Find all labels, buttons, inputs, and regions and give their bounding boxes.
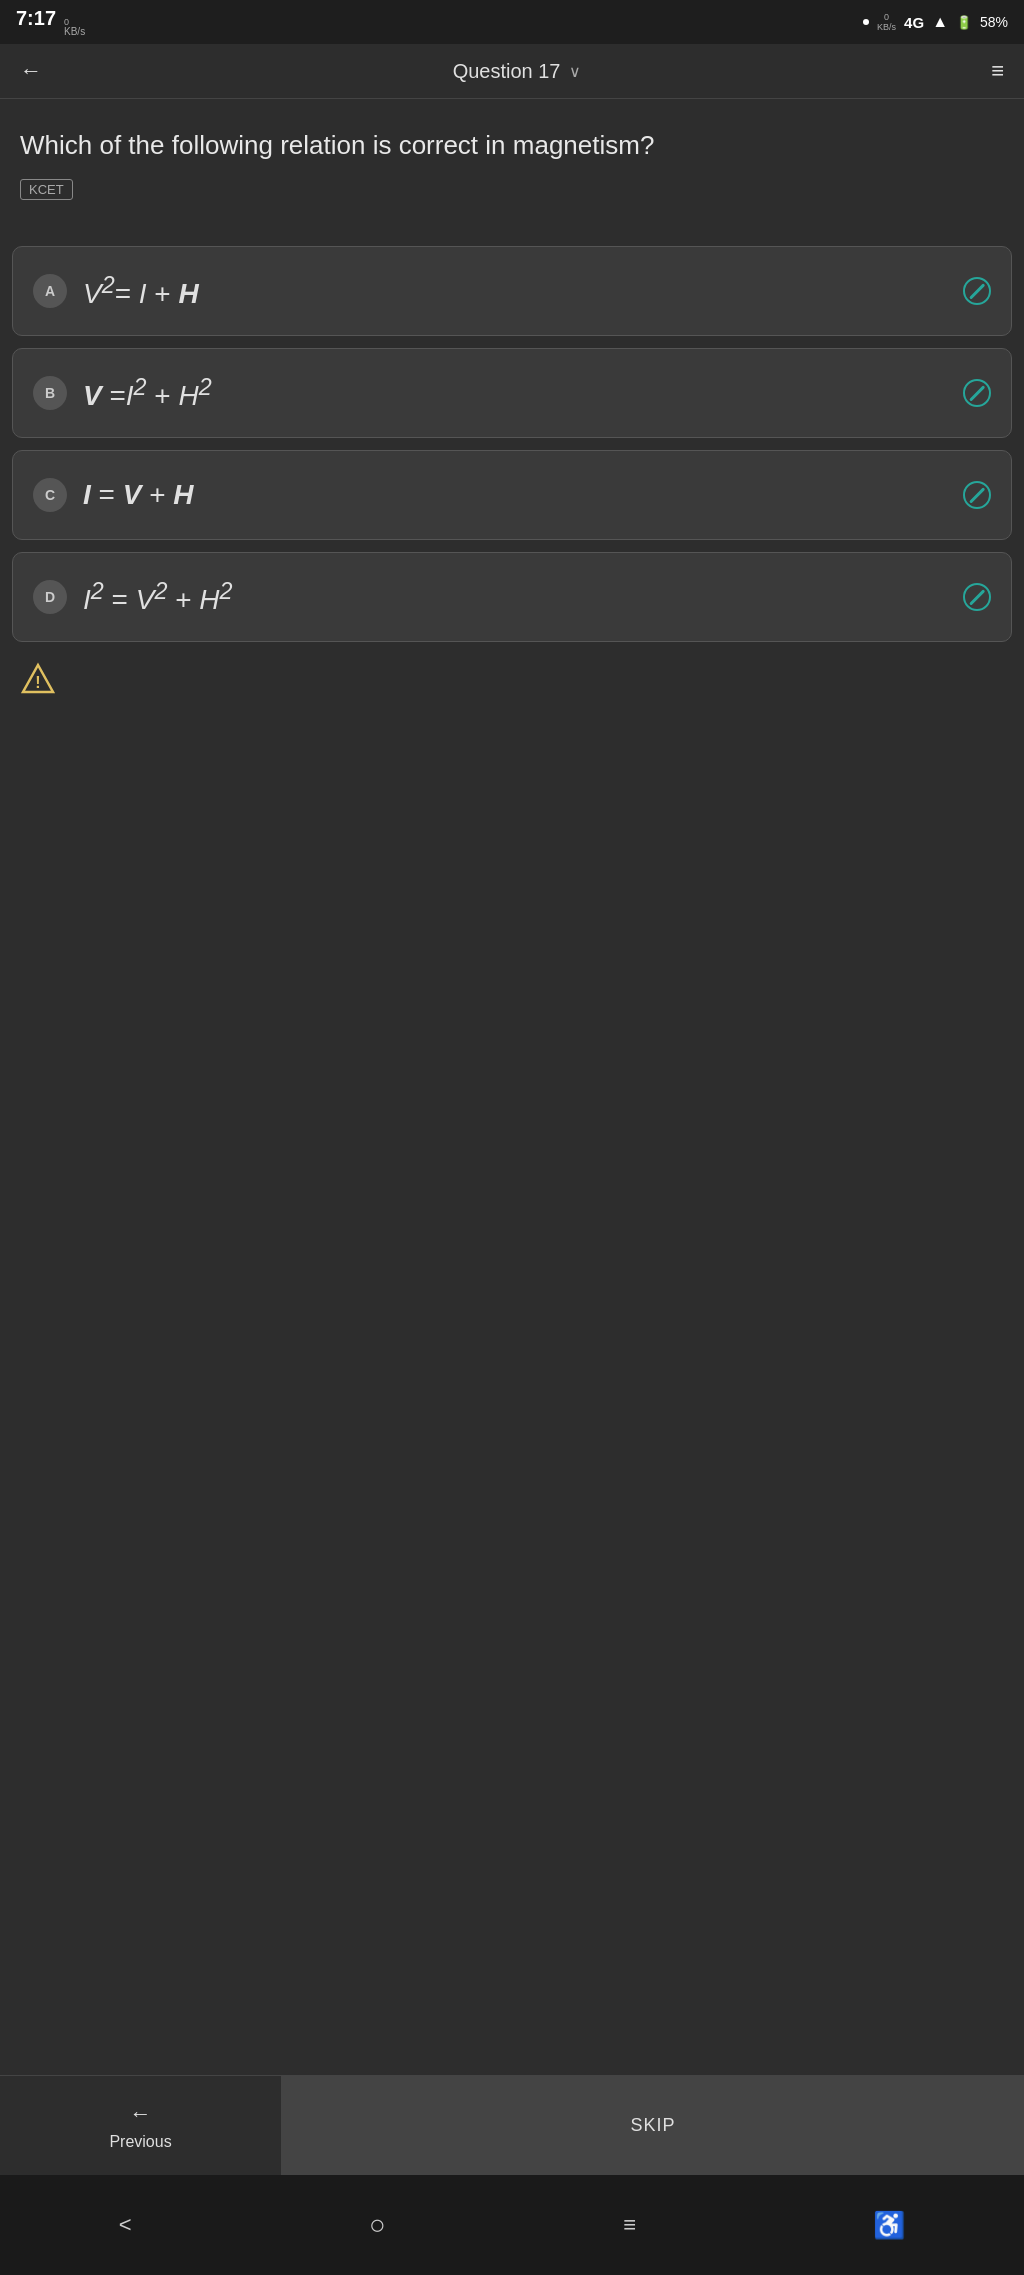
status-left: 7:17 0 KB/s bbox=[16, 7, 85, 37]
skip-button[interactable]: SKIP bbox=[282, 2076, 1024, 2175]
option-b-formula: V =I2 + H2 bbox=[83, 374, 953, 412]
signal-dot bbox=[863, 19, 869, 25]
system-back-button[interactable]: < bbox=[119, 2212, 132, 2238]
status-bar: 7:17 0 KB/s 0 KB/s 4G ▲ 🔋 58% bbox=[0, 0, 1024, 44]
svg-text:!: ! bbox=[35, 674, 40, 691]
nav-title: Question 17 ∨ bbox=[453, 60, 581, 83]
option-a-block-icon bbox=[963, 277, 991, 305]
status-time: 7:17 bbox=[16, 7, 56, 30]
option-d-letter: D bbox=[33, 580, 67, 614]
status-kbs: KB/s bbox=[64, 27, 85, 37]
options-list: A V2= I + H B V =I2 + H2 C I = V + H D I… bbox=[0, 246, 1024, 642]
warning-area: ! bbox=[0, 642, 1024, 722]
system-accessibility-button[interactable]: ♿ bbox=[873, 2210, 905, 2241]
question-text: Which of the following relation is corre… bbox=[20, 127, 1004, 163]
battery-icon: 🔋 bbox=[956, 15, 972, 30]
system-recent-button[interactable]: ≡ bbox=[623, 2212, 636, 2238]
bottom-nav: ← Previous SKIP bbox=[0, 2075, 1024, 2175]
previous-button[interactable]: ← Previous bbox=[0, 2076, 282, 2175]
menu-button[interactable]: ≡ bbox=[991, 58, 1004, 84]
option-b-card[interactable]: B V =I2 + H2 bbox=[12, 348, 1012, 438]
previous-arrow-icon: ← bbox=[130, 2101, 152, 2127]
option-d-formula: I2 = V2 + H2 bbox=[83, 578, 953, 616]
system-bar: < ○ ≡ ♿ bbox=[0, 2175, 1024, 2275]
system-home-button[interactable]: ○ bbox=[369, 2209, 386, 2241]
option-c-block-icon bbox=[963, 481, 991, 509]
signal-bars-icon: ▲ bbox=[932, 13, 948, 31]
status-kbs2: KB/s bbox=[877, 22, 896, 32]
back-button[interactable]: ← bbox=[20, 58, 42, 84]
option-d-card[interactable]: D I2 = V2 + H2 bbox=[12, 552, 1012, 642]
warning-icon: ! bbox=[20, 662, 56, 694]
question-tag: KCET bbox=[20, 179, 73, 200]
option-d-block-icon bbox=[963, 583, 991, 611]
question-title-label: Question 17 bbox=[453, 60, 561, 83]
option-c-card[interactable]: C I = V + H bbox=[12, 450, 1012, 540]
nav-bar: ← Question 17 ∨ ≡ bbox=[0, 44, 1024, 99]
option-a-letter: A bbox=[33, 274, 67, 308]
battery-level: 58% bbox=[980, 14, 1008, 30]
previous-label: Previous bbox=[109, 2133, 171, 2151]
option-c-letter: C bbox=[33, 478, 67, 512]
skip-label: SKIP bbox=[630, 2115, 675, 2136]
status-right: 0 KB/s 4G ▲ 🔋 58% bbox=[863, 12, 1008, 32]
option-a-formula: V2= I + H bbox=[83, 272, 953, 310]
option-a-card[interactable]: A V2= I + H bbox=[12, 246, 1012, 336]
option-b-block-icon bbox=[963, 379, 991, 407]
option-c-formula: I = V + H bbox=[83, 479, 953, 511]
title-chevron-icon[interactable]: ∨ bbox=[569, 62, 581, 81]
network-label: 4G bbox=[904, 14, 924, 31]
status-kbs2-top: 0 bbox=[884, 12, 889, 22]
question-area: Which of the following relation is corre… bbox=[0, 99, 1024, 246]
option-b-letter: B bbox=[33, 376, 67, 410]
